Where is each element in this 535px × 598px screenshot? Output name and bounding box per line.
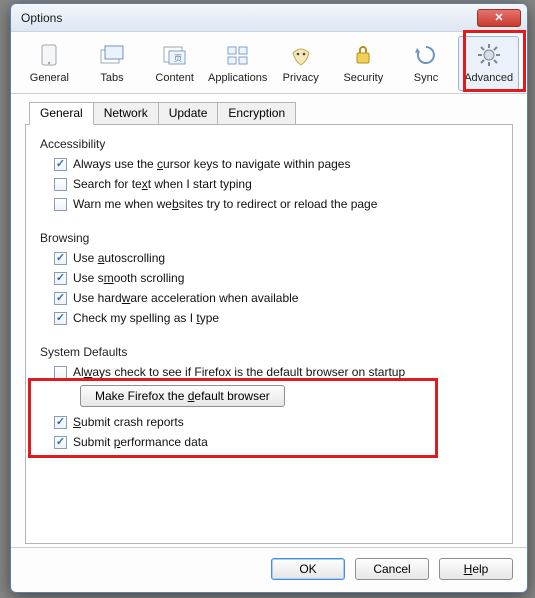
general-icon xyxy=(33,41,65,69)
opt-crash-reports[interactable]: Submit crash reports xyxy=(54,415,498,429)
category-security[interactable]: Security xyxy=(333,36,394,91)
category-content-label: Content xyxy=(145,72,204,84)
opt-label: Submit performance data xyxy=(73,435,208,449)
opt-label: Warn me when websites try to redirect or… xyxy=(73,197,377,211)
lock-icon xyxy=(347,41,379,69)
checkbox[interactable] xyxy=(54,366,67,379)
category-toolbar: General Tabs 页 Content Applications Priv… xyxy=(11,32,527,94)
help-button[interactable]: Help xyxy=(439,558,513,580)
general-panel: Accessibility Always use the cursor keys… xyxy=(25,124,513,544)
checkbox[interactable] xyxy=(54,436,67,449)
subtab-encryption[interactable]: Encryption xyxy=(217,102,296,124)
category-content[interactable]: 页 Content xyxy=(144,36,205,91)
category-privacy-label: Privacy xyxy=(271,72,330,84)
opt-hardware-accel[interactable]: Use hardware acceleration when available xyxy=(54,291,498,305)
subtab-update[interactable]: Update xyxy=(158,102,219,124)
category-tabs-label: Tabs xyxy=(83,72,142,84)
opt-smooth-scrolling[interactable]: Use smooth scrolling xyxy=(54,271,498,285)
opt-label: Always use the cursor keys to navigate w… xyxy=(73,157,350,171)
section-system-title: System Defaults xyxy=(40,345,498,359)
subtab-network[interactable]: Network xyxy=(93,102,159,124)
category-sync[interactable]: Sync xyxy=(396,36,457,91)
opt-label: Always check to see if Firefox is the de… xyxy=(73,365,405,379)
checkbox[interactable] xyxy=(54,272,67,285)
checkbox[interactable] xyxy=(54,252,67,265)
category-sync-label: Sync xyxy=(397,72,456,84)
svg-text:页: 页 xyxy=(174,54,182,63)
opt-spellcheck[interactable]: Check my spelling as I type xyxy=(54,311,498,325)
privacy-icon xyxy=(285,41,317,69)
category-advanced-label: Advanced xyxy=(459,72,518,84)
section-browsing-title: Browsing xyxy=(40,231,498,245)
checkbox[interactable] xyxy=(54,292,67,305)
titlebar: Options ✕ xyxy=(11,4,527,32)
body-area: General Network Update Encryption Access… xyxy=(11,94,527,547)
opt-search-text[interactable]: Search for text when I start typing xyxy=(54,177,498,191)
applications-icon xyxy=(222,41,254,69)
opt-label: Use smooth scrolling xyxy=(73,271,184,285)
gear-icon xyxy=(473,41,505,69)
category-privacy[interactable]: Privacy xyxy=(270,36,331,91)
tabs-icon xyxy=(96,41,128,69)
category-applications-label: Applications xyxy=(208,72,267,84)
close-button[interactable]: ✕ xyxy=(477,9,521,27)
opt-label: Submit crash reports xyxy=(73,415,184,429)
checkbox[interactable] xyxy=(54,178,67,191)
sub-tabstrip: General Network Update Encryption xyxy=(29,102,513,124)
options-window: Options ✕ General Tabs 页 Content A xyxy=(10,3,528,593)
opt-default-browser-check[interactable]: Always check to see if Firefox is the de… xyxy=(54,365,498,379)
opt-performance-data[interactable]: Submit performance data xyxy=(54,435,498,449)
content-icon: 页 xyxy=(159,41,191,69)
ok-button[interactable]: OK xyxy=(271,558,345,580)
category-general[interactable]: General xyxy=(19,36,80,91)
category-advanced[interactable]: Advanced xyxy=(458,36,519,91)
opt-warn-redirect[interactable]: Warn me when websites try to redirect or… xyxy=(54,197,498,211)
category-general-label: General xyxy=(20,72,79,84)
section-accessibility-title: Accessibility xyxy=(40,137,498,151)
opt-cursor-keys[interactable]: Always use the cursor keys to navigate w… xyxy=(54,157,498,171)
make-default-button[interactable]: Make Firefox the default browser xyxy=(80,385,285,407)
dialog-footer: OK Cancel Help xyxy=(11,547,527,592)
checkbox[interactable] xyxy=(54,416,67,429)
opt-label: Use autoscrolling xyxy=(73,251,165,265)
checkbox[interactable] xyxy=(54,312,67,325)
category-tabs[interactable]: Tabs xyxy=(82,36,143,91)
category-security-label: Security xyxy=(334,72,393,84)
cancel-button[interactable]: Cancel xyxy=(355,558,429,580)
checkbox[interactable] xyxy=(54,158,67,171)
subtab-general[interactable]: General xyxy=(29,102,94,125)
sync-icon xyxy=(410,41,442,69)
opt-autoscrolling[interactable]: Use autoscrolling xyxy=(54,251,498,265)
category-applications[interactable]: Applications xyxy=(207,36,268,91)
checkbox[interactable] xyxy=(54,198,67,211)
opt-label: Check my spelling as I type xyxy=(73,311,219,325)
opt-label: Search for text when I start typing xyxy=(73,177,252,191)
opt-label: Use hardware acceleration when available xyxy=(73,291,298,305)
window-title: Options xyxy=(21,11,62,25)
